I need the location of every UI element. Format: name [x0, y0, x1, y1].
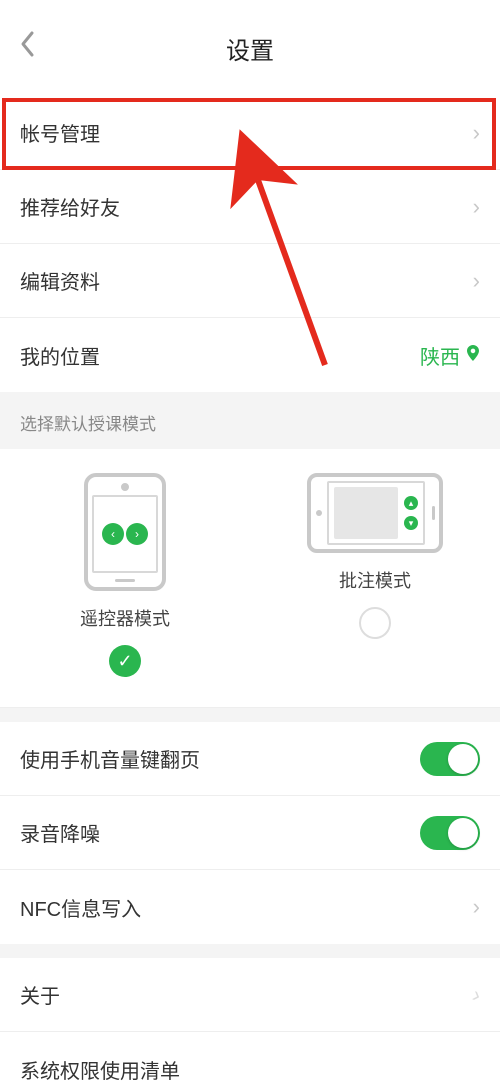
tablet-icon: ▴ ▾ [307, 473, 443, 553]
chevron-right-icon: › [468, 981, 484, 1008]
arrow-right-icon: › [126, 523, 148, 545]
mode-section-title: 选择默认授课模式 [0, 392, 500, 449]
mode-option-remote[interactable]: ‹ › 遥控器模式 ✓ [0, 473, 250, 677]
arrow-up-icon: ▴ [404, 496, 418, 510]
chevron-right-icon: › [473, 120, 480, 146]
mode-option-annotate[interactable]: ▴ ▾ 批注模式 [250, 473, 500, 677]
mode-label: 遥控器模式 [80, 605, 170, 631]
radio-selected-icon: ✓ [109, 645, 141, 677]
row-about[interactable]: 关于 › [0, 958, 500, 1032]
chevron-right-icon: › [473, 268, 480, 294]
row-edit-profile[interactable]: 编辑资料 › [0, 244, 500, 318]
page-title: 设置 [226, 31, 274, 66]
radio-unselected-icon [359, 607, 391, 639]
row-label: 编辑资料 [20, 266, 100, 295]
phone-icon: ‹ › [84, 473, 166, 591]
row-label: 录音降噪 [20, 818, 100, 847]
row-label: NFC信息写入 [20, 893, 141, 922]
header: 设置 [0, 0, 500, 96]
row-value-wrap: 陕西 [420, 341, 480, 370]
row-nfc-write[interactable]: NFC信息写入 › [0, 870, 500, 944]
chevron-left-icon [18, 29, 38, 59]
location-value: 陕西 [420, 341, 460, 370]
arrow-left-icon: ‹ [102, 523, 124, 545]
mode-label: 批注模式 [339, 567, 411, 593]
chevron-right-icon: › [473, 894, 480, 920]
row-account-management[interactable]: 帐号管理 › [0, 96, 500, 170]
row-label: 推荐给好友 [20, 192, 120, 221]
arrow-down-icon: ▾ [404, 516, 418, 530]
settings-screen: 设置 帐号管理 › 推荐给好友 › 编辑资料 › 我的位置 陕西 选择默认授课模… [0, 0, 500, 1084]
settings-group-toggles: 使用手机音量键翻页 录音降噪 NFC信息写入 › [0, 722, 500, 944]
back-button[interactable] [18, 29, 38, 67]
row-volume-page-turn[interactable]: 使用手机音量键翻页 [0, 722, 500, 796]
chevron-right-icon: › [473, 194, 480, 220]
toggle-switch[interactable] [420, 816, 480, 850]
mode-chooser: ‹ › 遥控器模式 ✓ ▴ ▾ 批注模式 [0, 449, 500, 708]
row-label: 关于 [20, 980, 60, 1009]
row-label: 使用手机音量键翻页 [20, 744, 200, 773]
row-my-location[interactable]: 我的位置 陕西 [0, 318, 500, 392]
toggle-switch[interactable] [420, 742, 480, 776]
row-noise-reduction[interactable]: 录音降噪 [0, 796, 500, 870]
settings-group-about: 关于 › 系统权限使用清单 [0, 958, 500, 1084]
row-label: 系统权限使用清单 [20, 1055, 180, 1084]
row-label: 帐号管理 [20, 118, 100, 147]
location-pin-icon [466, 345, 480, 366]
row-recommend-friends[interactable]: 推荐给好友 › [0, 170, 500, 244]
row-label: 我的位置 [20, 341, 100, 370]
settings-group-1: 帐号管理 › 推荐给好友 › 编辑资料 › 我的位置 陕西 [0, 96, 500, 392]
row-system-permissions[interactable]: 系统权限使用清单 [0, 1032, 500, 1084]
